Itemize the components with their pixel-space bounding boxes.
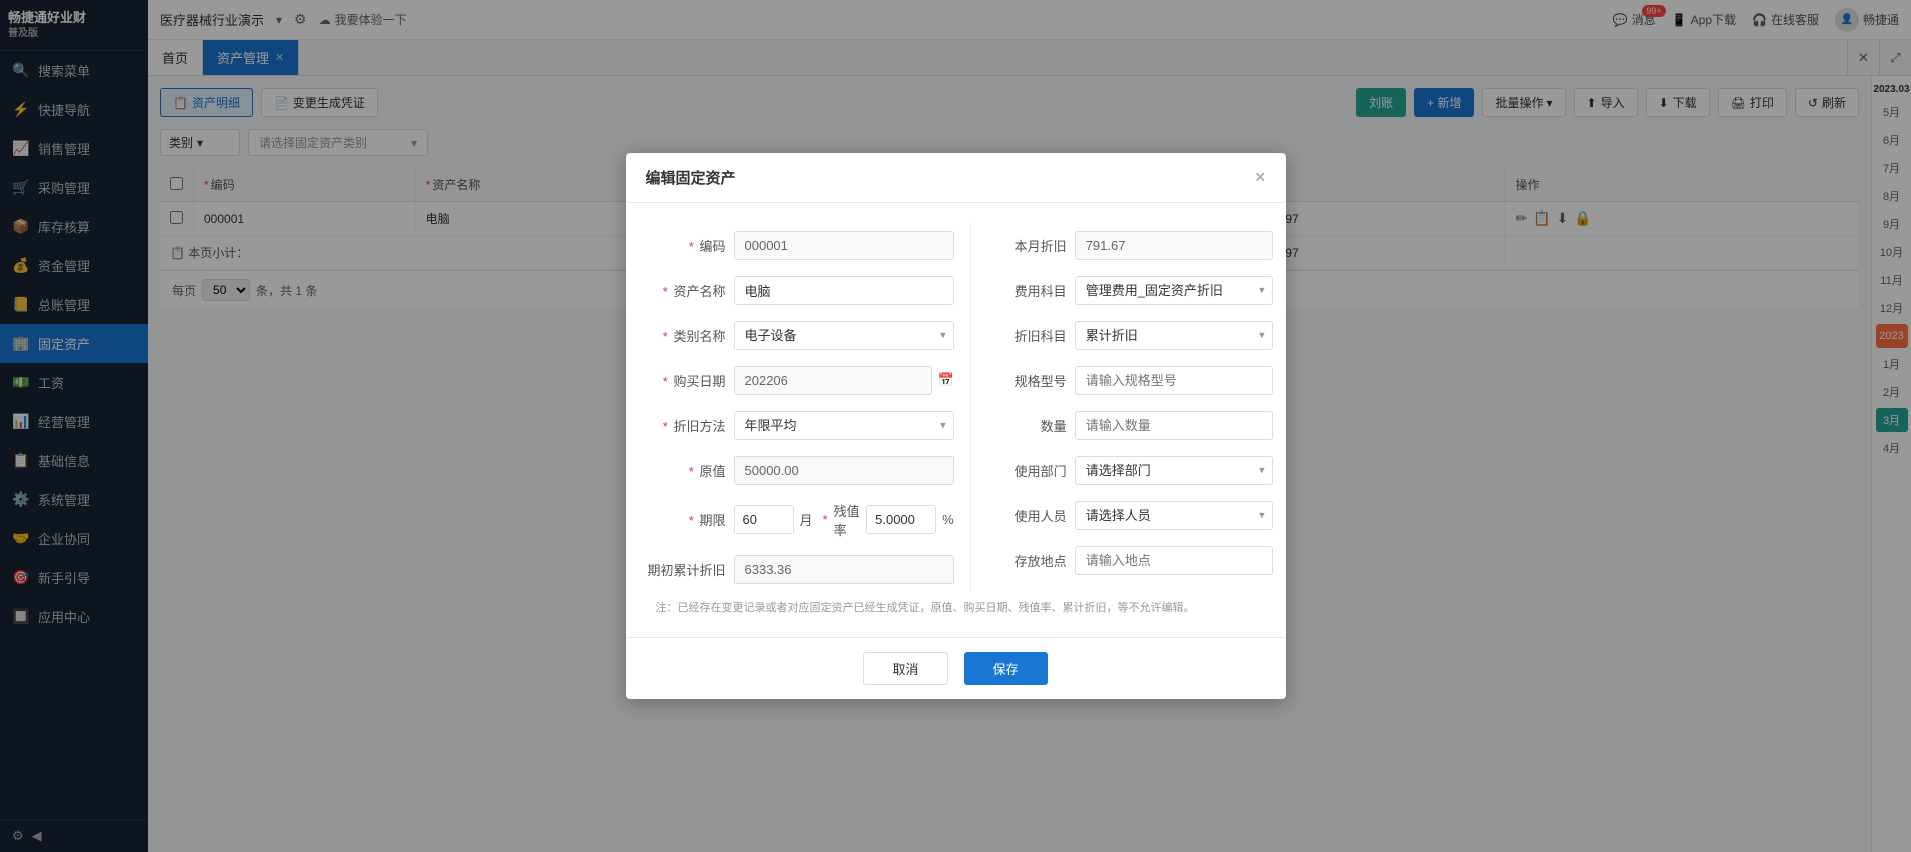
name-label: * 资产名称 — [646, 281, 726, 300]
residual-rate-unit: % — [942, 512, 954, 527]
code-input[interactable] — [734, 231, 954, 260]
initial-accumulated-input[interactable] — [734, 555, 954, 584]
depreciation-method-label: * 折旧方法 — [646, 416, 726, 435]
form-row-spec: 规格型号 — [987, 358, 1273, 403]
form-row-code: * 编码 — [646, 223, 954, 268]
period-residual-wrap: 月 * 残值率 % — [734, 501, 954, 539]
depreciation-subject-wrap: 累计折旧 ▾ — [1075, 321, 1273, 350]
original-value-label: * 原值 — [646, 461, 726, 480]
spec-input[interactable] — [1075, 366, 1273, 395]
depreciation-subject-label: 折旧科目 — [987, 326, 1067, 345]
name-input[interactable] — [734, 276, 954, 305]
form-grid: * 编码 * 资产名称 — [646, 223, 1266, 618]
modal-close-btn[interactable]: × — [1255, 168, 1266, 186]
modal-header: 编辑固定资产 × — [626, 153, 1286, 203]
quantity-input[interactable] — [1075, 411, 1273, 440]
form-col-right: 本月折旧 费用科目 管理费用_固定资产折旧 ▾ — [971, 223, 1273, 592]
person-select[interactable]: 请选择人员 — [1075, 501, 1273, 530]
edit-asset-modal: 编辑固定资产 × * 编码 — [626, 153, 1286, 700]
form-row-expense-subject: 费用科目 管理费用_固定资产折旧 ▾ — [987, 268, 1273, 313]
period-input[interactable] — [734, 505, 794, 534]
form-row-depreciation-method: * 折旧方法 年限平均 ▾ — [646, 403, 954, 448]
modal-body: * 编码 * 资产名称 — [626, 203, 1286, 638]
form-row-original-value: * 原值 — [646, 448, 954, 493]
calendar-icon[interactable]: 📅 — [938, 372, 954, 388]
residual-rate-label: 残值率 — [834, 501, 861, 539]
form-row-monthly: 本月折旧 — [987, 223, 1273, 268]
spec-label: 规格型号 — [987, 371, 1067, 390]
depreciation-subject-select[interactable]: 累计折旧 — [1075, 321, 1273, 350]
expense-subject-label: 费用科目 — [987, 281, 1067, 300]
save-button[interactable]: 保存 — [964, 652, 1048, 685]
department-label: 使用部门 — [987, 461, 1067, 480]
form-row-department: 使用部门 请选择部门 ▾ — [987, 448, 1273, 493]
quantity-label: 数量 — [987, 416, 1067, 435]
location-input[interactable] — [1075, 546, 1273, 575]
form-row-depreciation-subject: 折旧科目 累计折旧 ▾ — [987, 313, 1273, 358]
req-residual: * — [823, 512, 828, 527]
form-row-person: 使用人员 请选择人员 ▾ — [987, 493, 1273, 538]
original-value-input[interactable] — [734, 456, 954, 485]
cancel-button[interactable]: 取消 — [863, 652, 947, 685]
category-select[interactable]: 电子设备 — [734, 321, 954, 350]
form-note: 注：已经存在变更记录或者对应固定资产已经生成凭证，原值、购买日期、残值率、累计折… — [646, 592, 1273, 618]
form-row-purchase-date: * 购买日期 📅 — [646, 358, 954, 403]
depreciation-method-select[interactable]: 年限平均 — [734, 411, 954, 440]
category-label: * 类别名称 — [646, 326, 726, 345]
form-row-period: * 期限 月 * 残值率 % — [646, 493, 954, 547]
form-col-left: * 编码 * 资产名称 — [646, 223, 971, 592]
form-row-initial-accumulated: 期初累计折旧 — [646, 547, 954, 592]
code-label: * 编码 — [646, 236, 726, 255]
person-wrap: 请选择人员 ▾ — [1075, 501, 1273, 530]
purchase-date-wrap: 📅 — [734, 366, 954, 395]
monthly-label: 本月折旧 — [987, 236, 1067, 255]
department-wrap: 请选择部门 ▾ — [1075, 456, 1273, 485]
modal-footer: 取消 保存 — [626, 637, 1286, 699]
form-row-name: * 资产名称 — [646, 268, 954, 313]
form-row-quantity: 数量 — [987, 403, 1273, 448]
expense-subject-select[interactable]: 管理费用_固定资产折旧 — [1075, 276, 1273, 305]
period-label: * 期限 — [646, 510, 726, 529]
department-select[interactable]: 请选择部门 — [1075, 456, 1273, 485]
residual-rate-input[interactable] — [866, 505, 936, 534]
modal-title: 编辑固定资产 — [646, 167, 736, 188]
person-label: 使用人员 — [987, 506, 1067, 525]
form-row-category: * 类别名称 电子设备 ▾ — [646, 313, 954, 358]
form-row-location: 存放地点 — [987, 538, 1273, 583]
category-select-wrap: 电子设备 ▾ — [734, 321, 954, 350]
expense-subject-wrap: 管理费用_固定资产折旧 ▾ — [1075, 276, 1273, 305]
monthly-input — [1075, 231, 1273, 260]
initial-accumulated-label: 期初累计折旧 — [646, 560, 726, 579]
location-label: 存放地点 — [987, 551, 1067, 570]
modal-overlay: 编辑固定资产 × * 编码 — [0, 0, 1911, 852]
period-unit-label: 月 — [800, 510, 813, 529]
purchase-date-input[interactable] — [734, 366, 932, 395]
purchase-date-label: * 购买日期 — [646, 371, 726, 390]
depreciation-method-wrap: 年限平均 ▾ — [734, 411, 954, 440]
